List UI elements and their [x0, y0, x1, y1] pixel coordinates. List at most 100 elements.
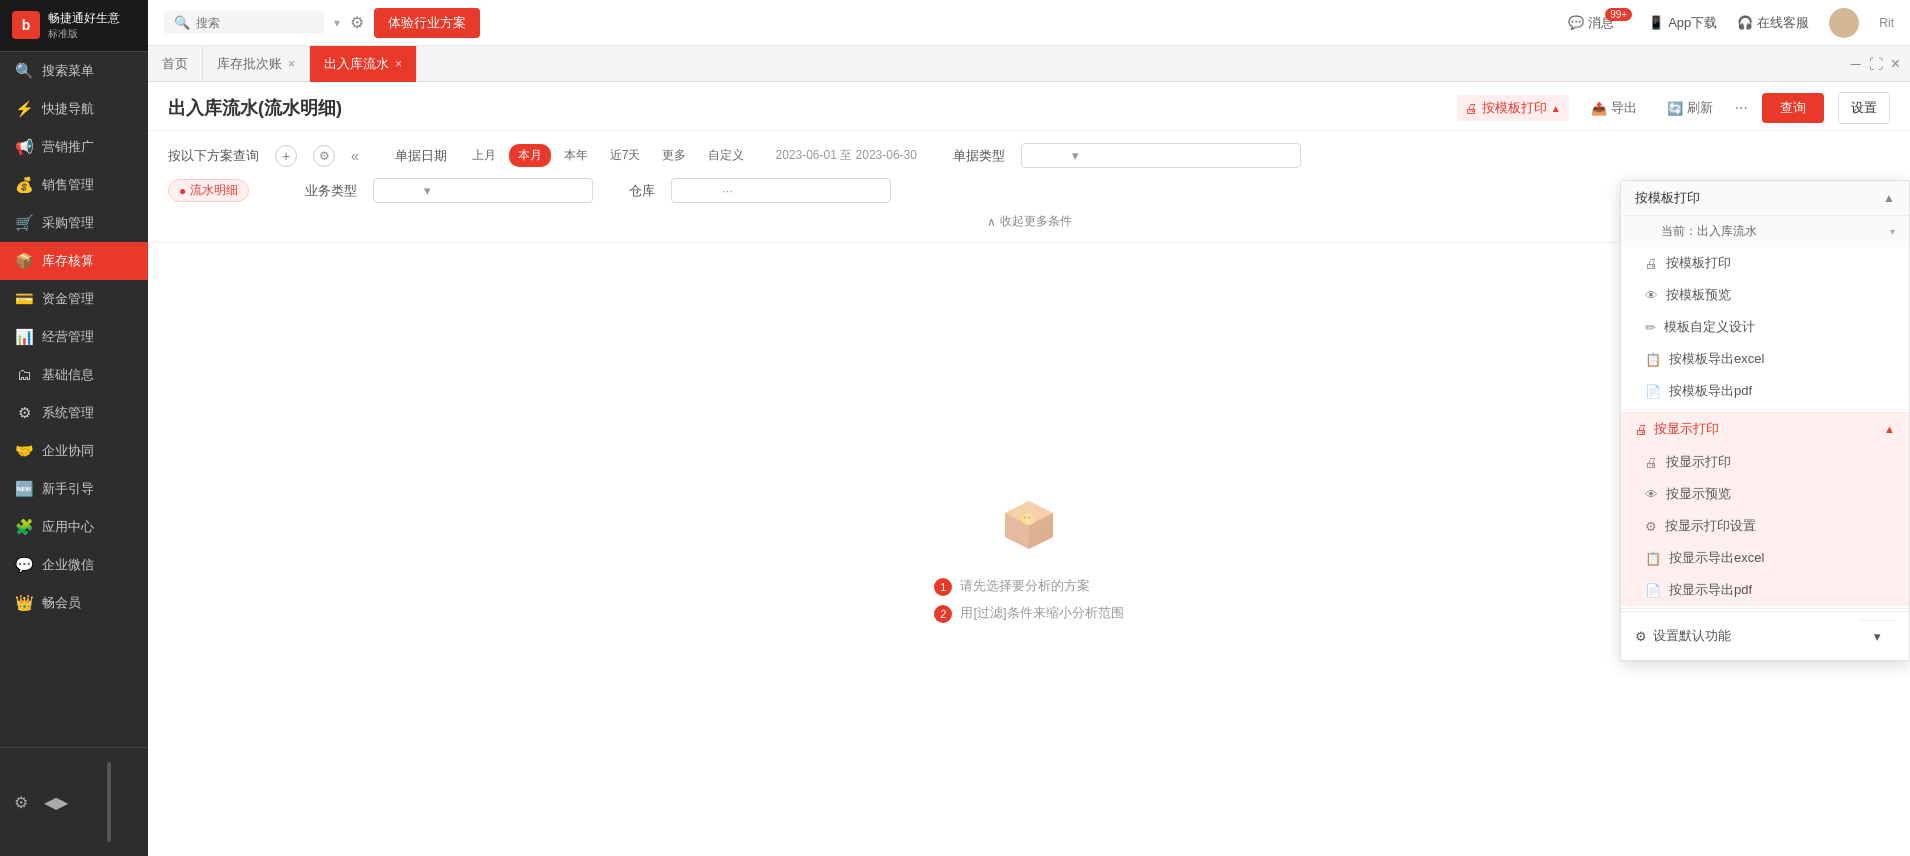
- sidebar-item-basic[interactable]: 🗂 基础信息: [0, 356, 148, 394]
- dropdown-current-chevron[interactable]: ▾: [1890, 226, 1895, 237]
- sidebar-label-purchase: 采购管理: [42, 214, 94, 232]
- sidebar-item-purchase[interactable]: 🛒 采购管理: [0, 204, 148, 242]
- date-btn-7days[interactable]: 近7天: [601, 144, 650, 167]
- date-range-text: 2023-06-01 至 2023-06-30: [775, 147, 916, 164]
- dropdown-print-display-btn[interactable]: 🖨 按显示打印: [1621, 446, 1909, 478]
- topbar-search-chevron[interactable]: ▾: [334, 16, 340, 30]
- warehouse-label: 仓库: [629, 182, 655, 200]
- sidebar-item-system[interactable]: ⚙ 系统管理: [0, 394, 148, 432]
- sidebar-item-wechat[interactable]: 💬 企业微信: [0, 546, 148, 584]
- topbar-search-box[interactable]: 🔍: [164, 11, 324, 34]
- sidebar-label-quick: 快捷导航: [42, 100, 94, 118]
- doc-type-chevron: ▾: [1072, 148, 1079, 163]
- sidebar-item-finance[interactable]: 💳 资金管理: [0, 280, 148, 318]
- sidebar-item-sales[interactable]: 💰 销售管理: [0, 166, 148, 204]
- page-content: 出入库流水(流水明细) 🖨 按模板打印 ▲ 📤 导出 🔄 刷新 ··· 查询 设…: [148, 82, 1910, 856]
- dropdown-custom-template-btn[interactable]: ✏ 模板自定义设计: [1621, 311, 1909, 343]
- sidebar-item-search[interactable]: 🔍 搜索菜单: [0, 52, 148, 90]
- export-pdf-display-label: 按显示导出pdf: [1669, 581, 1752, 599]
- page-actions: 🖨 按模板打印 ▲ 📤 导出 🔄 刷新 ··· 查询 设置: [1457, 92, 1890, 124]
- tab-maximize-icon[interactable]: ⛶: [1869, 56, 1883, 72]
- dropdown-current-item[interactable]: 当前：出入库流水 ▾: [1621, 216, 1909, 247]
- warehouse-select[interactable]: ···: [671, 178, 891, 203]
- date-btn-current-year[interactable]: 本年: [555, 144, 597, 167]
- app-download-label: App下载: [1668, 14, 1717, 32]
- tab-flow[interactable]: 出入库流水 ×: [310, 46, 417, 82]
- tab-batch[interactable]: 库存批次账 ×: [203, 46, 310, 82]
- dropdown-export-excel-display-btn[interactable]: 📋 按显示导出excel: [1621, 542, 1909, 574]
- display-section-chevron[interactable]: ▲: [1884, 423, 1895, 435]
- topbar-msg[interactable]: 💬 消息 99+: [1568, 14, 1614, 32]
- topbar-app-download[interactable]: 📱 App下载: [1648, 14, 1717, 32]
- tab-batch-close[interactable]: ×: [288, 46, 295, 82]
- sidebar-item-vip[interactable]: 👑 畅会员: [0, 584, 148, 622]
- tab-close-page-icon[interactable]: ×: [1891, 55, 1900, 73]
- refresh-label: 刷新: [1687, 99, 1713, 117]
- sidebar-item-marketing[interactable]: 📢 营销推广: [0, 128, 148, 166]
- date-btn-current-month[interactable]: 本月: [509, 144, 551, 167]
- custom-template-sub-label: 模板自定义设计: [1664, 318, 1755, 336]
- dropdown-export-excel-template-btn[interactable]: 📋 按模板导出excel: [1621, 343, 1909, 375]
- display-section-title: 按显示打印: [1654, 420, 1719, 438]
- msg-icon: 💬: [1568, 15, 1584, 30]
- dropdown-print-template-btn[interactable]: 🖨 按模板打印: [1621, 247, 1909, 279]
- filter-tag-flow[interactable]: ● 流水明细: [168, 179, 249, 202]
- sidebar-label-inventory: 库存核算: [42, 252, 94, 270]
- tab-home[interactable]: 首页: [148, 46, 203, 82]
- export-icon: 📤: [1591, 101, 1607, 116]
- print-template-btn[interactable]: 🖨 按模板打印 ▲: [1457, 95, 1569, 121]
- app-download-icon: 📱: [1648, 15, 1664, 30]
- print-settings-display-label: 按显示打印设置: [1665, 517, 1756, 535]
- doc-type-select[interactable]: ▾: [1021, 143, 1301, 168]
- settings-btn[interactable]: 设置: [1838, 92, 1890, 124]
- dropdown-print-settings-display-btn[interactable]: ⚙ 按显示打印设置: [1621, 510, 1909, 542]
- business-type-select[interactable]: ▾: [373, 178, 593, 203]
- industry-btn[interactable]: 体验行业方案: [374, 8, 480, 38]
- query-btn[interactable]: 查询: [1762, 93, 1824, 123]
- dropdown-template-title: 按模板打印: [1635, 189, 1700, 207]
- dropdown-template-header[interactable]: 按模板打印 ▲: [1621, 181, 1909, 216]
- dropdown-preview-template-btn[interactable]: 👁 按模板预览: [1621, 279, 1909, 311]
- date-btn-more[interactable]: 更多: [653, 144, 695, 167]
- dropdown-chevron-up[interactable]: ▲: [1883, 191, 1895, 205]
- sidebar-item-apps[interactable]: 🧩 应用中心: [0, 508, 148, 546]
- dropdown-footer-chevron[interactable]: ▾: [1860, 620, 1895, 652]
- topbar-gear-icon[interactable]: ⚙: [350, 13, 364, 32]
- inventory-nav-icon: 📦: [14, 252, 34, 270]
- date-btn-prev-month[interactable]: 上月: [463, 144, 505, 167]
- sidebar-item-quick[interactable]: ⚡ 快捷导航: [0, 90, 148, 128]
- dropdown-display-header[interactable]: 🖨 按显示打印 ▲: [1621, 412, 1909, 446]
- dropdown-footer[interactable]: ⚙ 设置默认功能 ▾: [1621, 611, 1909, 660]
- topbar-service[interactable]: 🎧 在线客服: [1737, 14, 1809, 32]
- refresh-btn[interactable]: 🔄 刷新: [1659, 95, 1721, 121]
- dropdown-export-pdf-template-btn[interactable]: 📄 按模板导出pdf: [1621, 375, 1909, 407]
- topbar-search-input[interactable]: [196, 16, 296, 30]
- date-btn-custom[interactable]: 自定义: [699, 144, 753, 167]
- sidebar-item-inventory[interactable]: 📦 库存核算: [0, 242, 148, 280]
- dropdown-export-pdf-display-btn[interactable]: 📄 按显示导出pdf: [1621, 574, 1909, 606]
- sidebar-item-operations[interactable]: 📊 经营管理: [0, 318, 148, 356]
- more-actions-btn[interactable]: ···: [1735, 99, 1748, 117]
- topbar-avatar[interactable]: [1829, 8, 1859, 38]
- export-btn[interactable]: 📤 导出: [1583, 95, 1645, 121]
- collapse-more-btn[interactable]: ∧ 收起更多条件: [987, 213, 1072, 230]
- sidebar-item-corp[interactable]: 🤝 企业协同: [0, 432, 148, 470]
- dropdown-preview-display-btn[interactable]: 👁 按显示预览: [1621, 478, 1909, 510]
- business-chevron-icon: ▾: [424, 183, 431, 198]
- collapse-chevron-icon: ∧: [987, 215, 996, 229]
- tab-minimize-icon[interactable]: ─: [1851, 56, 1861, 72]
- filter-add-btn[interactable]: +: [275, 145, 297, 167]
- dropdown-footer-label: 设置默认功能: [1653, 627, 1731, 645]
- print-template-chevron-up[interactable]: ▲: [1551, 103, 1561, 114]
- filter-collapse-btn[interactable]: «: [351, 148, 359, 164]
- sidebar-item-guide[interactable]: 🆕 新手引导: [0, 470, 148, 508]
- operations-nav-icon: 📊: [14, 328, 34, 346]
- app-edition: 标准版: [48, 27, 120, 41]
- filter-settings-btn[interactable]: ⚙: [313, 145, 335, 167]
- settings-icon[interactable]: ⚙: [14, 793, 28, 812]
- filter-tag-icon: ●: [179, 184, 186, 198]
- collapse-sidebar-icon[interactable]: ◀▶: [44, 793, 68, 812]
- print-template-icon: 🖨: [1465, 101, 1478, 116]
- msg-badge: 99+: [1605, 8, 1632, 21]
- tab-flow-close[interactable]: ×: [395, 46, 402, 82]
